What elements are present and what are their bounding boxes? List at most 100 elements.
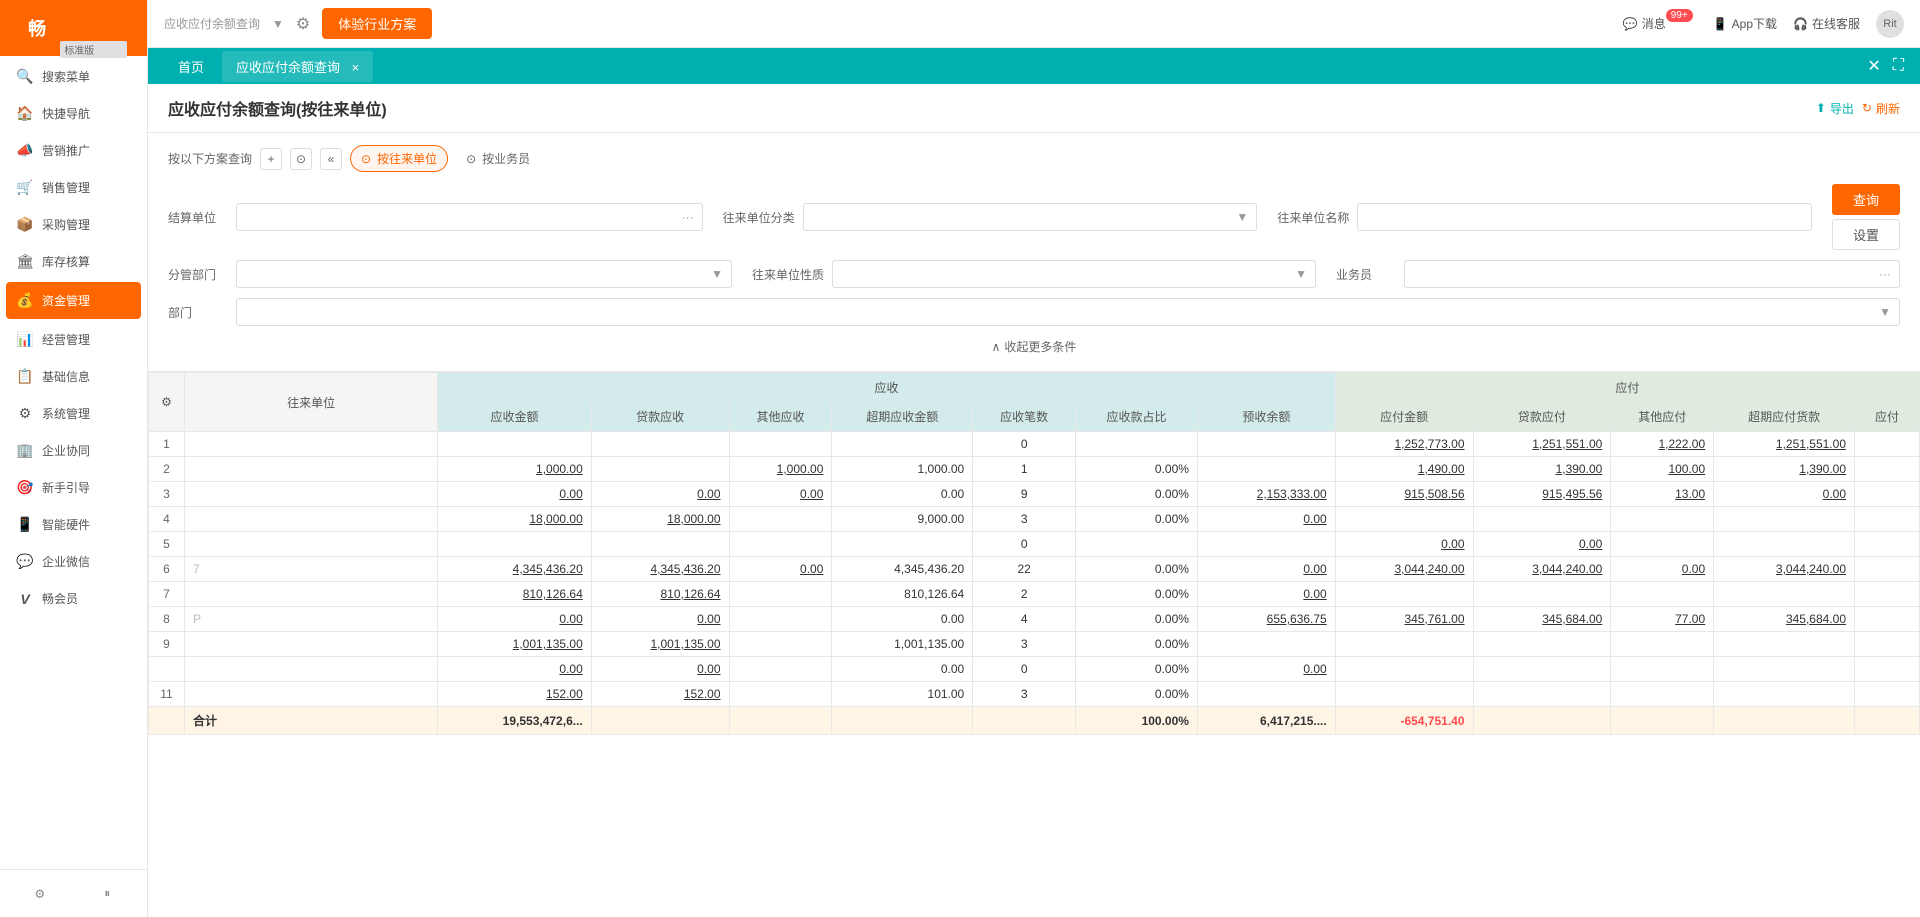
row-ar-loan[interactable]: 810,126.64 bbox=[591, 582, 729, 607]
row-ar-other[interactable] bbox=[729, 507, 832, 532]
tab-home[interactable]: 首页 bbox=[164, 51, 218, 82]
sidebar-settings-btn[interactable]: ⚙ bbox=[10, 880, 70, 907]
notification-item[interactable]: 💬 消息 99+ bbox=[1623, 15, 1697, 32]
row-ar-loan[interactable]: 4,345,436.20 bbox=[591, 557, 729, 582]
row-ar-advance[interactable]: 0.00 bbox=[1197, 507, 1335, 532]
row-ar-loan[interactable]: 0.00 bbox=[591, 657, 729, 682]
salesperson-input[interactable]: ··· bbox=[1404, 260, 1900, 288]
row-ar-amount[interactable]: 4,345,436.20 bbox=[438, 557, 592, 582]
sidebar-item-basic[interactable]: 📋 基础信息 bbox=[0, 358, 147, 395]
row-ar-advance[interactable]: 0.00 bbox=[1197, 557, 1335, 582]
row-ar-other[interactable] bbox=[729, 582, 832, 607]
sidebar-item-purchase[interactable]: 📦 采购管理 bbox=[0, 206, 147, 243]
row-ar-advance[interactable]: 2,153,333.00 bbox=[1197, 482, 1335, 507]
row-ar-amount[interactable]: 1,000.00 bbox=[438, 457, 592, 482]
settings-button[interactable]: 设置 bbox=[1832, 219, 1900, 250]
th-settings[interactable]: ⚙ bbox=[149, 373, 185, 432]
sidebar-item-system[interactable]: ⚙ 系统管理 bbox=[0, 395, 147, 432]
row-ar-amount[interactable]: 0.00 bbox=[438, 482, 592, 507]
export-button[interactable]: ⬆ 导出 bbox=[1816, 100, 1854, 117]
row-ap-other[interactable]: 1,222.00 bbox=[1611, 432, 1714, 457]
row-ar-amount[interactable]: 18,000.00 bbox=[438, 507, 592, 532]
row-ap-overdue[interactable]: 3,044,240.00 bbox=[1714, 557, 1855, 582]
sidebar-item-quicknav[interactable]: 🏠 快捷导航 bbox=[0, 95, 147, 132]
row-ar-advance[interactable] bbox=[1197, 632, 1335, 657]
row-ap-loan[interactable]: 0.00 bbox=[1473, 532, 1611, 557]
row-ar-other[interactable]: 1,000.00 bbox=[729, 457, 832, 482]
sidebar-item-hardware[interactable]: 📱 智能硬件 bbox=[0, 506, 147, 543]
row-ap-overdue[interactable]: 1,251,551.00 bbox=[1714, 432, 1855, 457]
row-ar-amount[interactable] bbox=[438, 432, 592, 457]
row-ap-overdue[interactable] bbox=[1714, 532, 1855, 557]
row-ap-loan[interactable]: 1,251,551.00 bbox=[1473, 432, 1611, 457]
row-ap-amount[interactable]: 915,508.56 bbox=[1335, 482, 1473, 507]
query-button[interactable]: 查询 bbox=[1832, 184, 1900, 215]
row-ap-loan[interactable] bbox=[1473, 682, 1611, 707]
sidebar-item-marketing[interactable]: 📣 营销推广 bbox=[0, 132, 147, 169]
row-ap-amount[interactable] bbox=[1335, 682, 1473, 707]
row-ap-amount[interactable]: 345,761.00 bbox=[1335, 607, 1473, 632]
row-ar-amount[interactable]: 1,001,135.00 bbox=[438, 632, 592, 657]
sidebar-item-finance[interactable]: 💰 资金管理 bbox=[6, 282, 141, 319]
sidebar-item-inventory[interactable]: 🏛 库存核算 bbox=[0, 243, 147, 280]
filter-collapse-button[interactable]: « bbox=[320, 148, 342, 170]
row-ap-loan[interactable] bbox=[1473, 582, 1611, 607]
row-ar-other[interactable]: 0.00 bbox=[729, 482, 832, 507]
solution-button[interactable]: 体验行业方案 bbox=[322, 8, 432, 39]
row-ar-other[interactable] bbox=[729, 657, 832, 682]
row-ar-loan[interactable] bbox=[591, 432, 729, 457]
row-ap-amount[interactable]: 0.00 bbox=[1335, 532, 1473, 557]
row-ar-other[interactable] bbox=[729, 532, 832, 557]
row-ap-other[interactable] bbox=[1611, 582, 1714, 607]
row-ar-loan[interactable]: 0.00 bbox=[591, 607, 729, 632]
dept-input[interactable]: ▼ bbox=[236, 298, 1900, 326]
sidebar-item-wechat[interactable]: 💬 企业微信 bbox=[0, 543, 147, 580]
filter-setting-button[interactable]: ⊙ bbox=[290, 148, 312, 170]
row-ar-advance[interactable] bbox=[1197, 532, 1335, 557]
unit-nature-input[interactable]: ▼ bbox=[832, 260, 1316, 288]
unit-category-input[interactable]: ▼ bbox=[803, 203, 1258, 231]
row-ar-loan[interactable] bbox=[591, 457, 729, 482]
filter-add-button[interactable]: + bbox=[260, 148, 282, 170]
sidebar-item-guide[interactable]: 🎯 新手引导 bbox=[0, 469, 147, 506]
row-ap-amount[interactable] bbox=[1335, 657, 1473, 682]
user-avatar[interactable]: Rit bbox=[1876, 10, 1904, 38]
sidebar-item-enterprise[interactable]: 🏢 企业协同 bbox=[0, 432, 147, 469]
row-ar-other[interactable]: 0.00 bbox=[729, 557, 832, 582]
sidebar-collapse-btn[interactable]: ⏸ bbox=[78, 880, 138, 907]
row-ar-loan[interactable] bbox=[591, 532, 729, 557]
settlement-input[interactable]: ··· bbox=[236, 203, 703, 231]
row-ap-amount[interactable]: 1,490.00 bbox=[1335, 457, 1473, 482]
row-ap-other[interactable]: 13.00 bbox=[1611, 482, 1714, 507]
row-ap-loan[interactable] bbox=[1473, 507, 1611, 532]
row-ar-loan[interactable]: 1,001,135.00 bbox=[591, 632, 729, 657]
row-ap-overdue[interactable] bbox=[1714, 582, 1855, 607]
row-ar-amount[interactable]: 152.00 bbox=[438, 682, 592, 707]
row-ap-overdue[interactable] bbox=[1714, 682, 1855, 707]
row-ap-overdue[interactable]: 0.00 bbox=[1714, 482, 1855, 507]
row-ap-loan[interactable]: 3,044,240.00 bbox=[1473, 557, 1611, 582]
refresh-button[interactable]: ↻ 刷新 bbox=[1862, 100, 1900, 117]
row-ap-overdue[interactable] bbox=[1714, 657, 1855, 682]
row-ap-amount[interactable]: 3,044,240.00 bbox=[1335, 557, 1473, 582]
row-ap-other[interactable]: 77.00 bbox=[1611, 607, 1714, 632]
row-ap-overdue[interactable] bbox=[1714, 632, 1855, 657]
row-ap-other[interactable] bbox=[1611, 657, 1714, 682]
row-ap-loan[interactable] bbox=[1473, 632, 1611, 657]
filter-by-staff[interactable]: ⊙ 按业务员 bbox=[456, 146, 540, 171]
row-ap-other[interactable] bbox=[1611, 532, 1714, 557]
row-ap-loan[interactable]: 1,390.00 bbox=[1473, 457, 1611, 482]
online-service-item[interactable]: 🎧 在线客服 bbox=[1793, 15, 1860, 32]
sidebar-item-member[interactable]: V 畅会员 bbox=[0, 580, 147, 617]
window-expand-icon[interactable]: ⛶ bbox=[1893, 57, 1904, 75]
row-ar-other[interactable] bbox=[729, 607, 832, 632]
row-ar-loan[interactable]: 0.00 bbox=[591, 482, 729, 507]
filter-by-unit[interactable]: ⊙ 按往来单位 bbox=[350, 145, 448, 172]
row-ar-other[interactable] bbox=[729, 632, 832, 657]
row-ar-loan[interactable]: 18,000.00 bbox=[591, 507, 729, 532]
row-ap-overdue[interactable]: 345,684.00 bbox=[1714, 607, 1855, 632]
row-ap-other[interactable]: 0.00 bbox=[1611, 557, 1714, 582]
row-ar-other[interactable] bbox=[729, 682, 832, 707]
row-ar-advance[interactable]: 655,636.75 bbox=[1197, 607, 1335, 632]
row-ap-other[interactable] bbox=[1611, 632, 1714, 657]
